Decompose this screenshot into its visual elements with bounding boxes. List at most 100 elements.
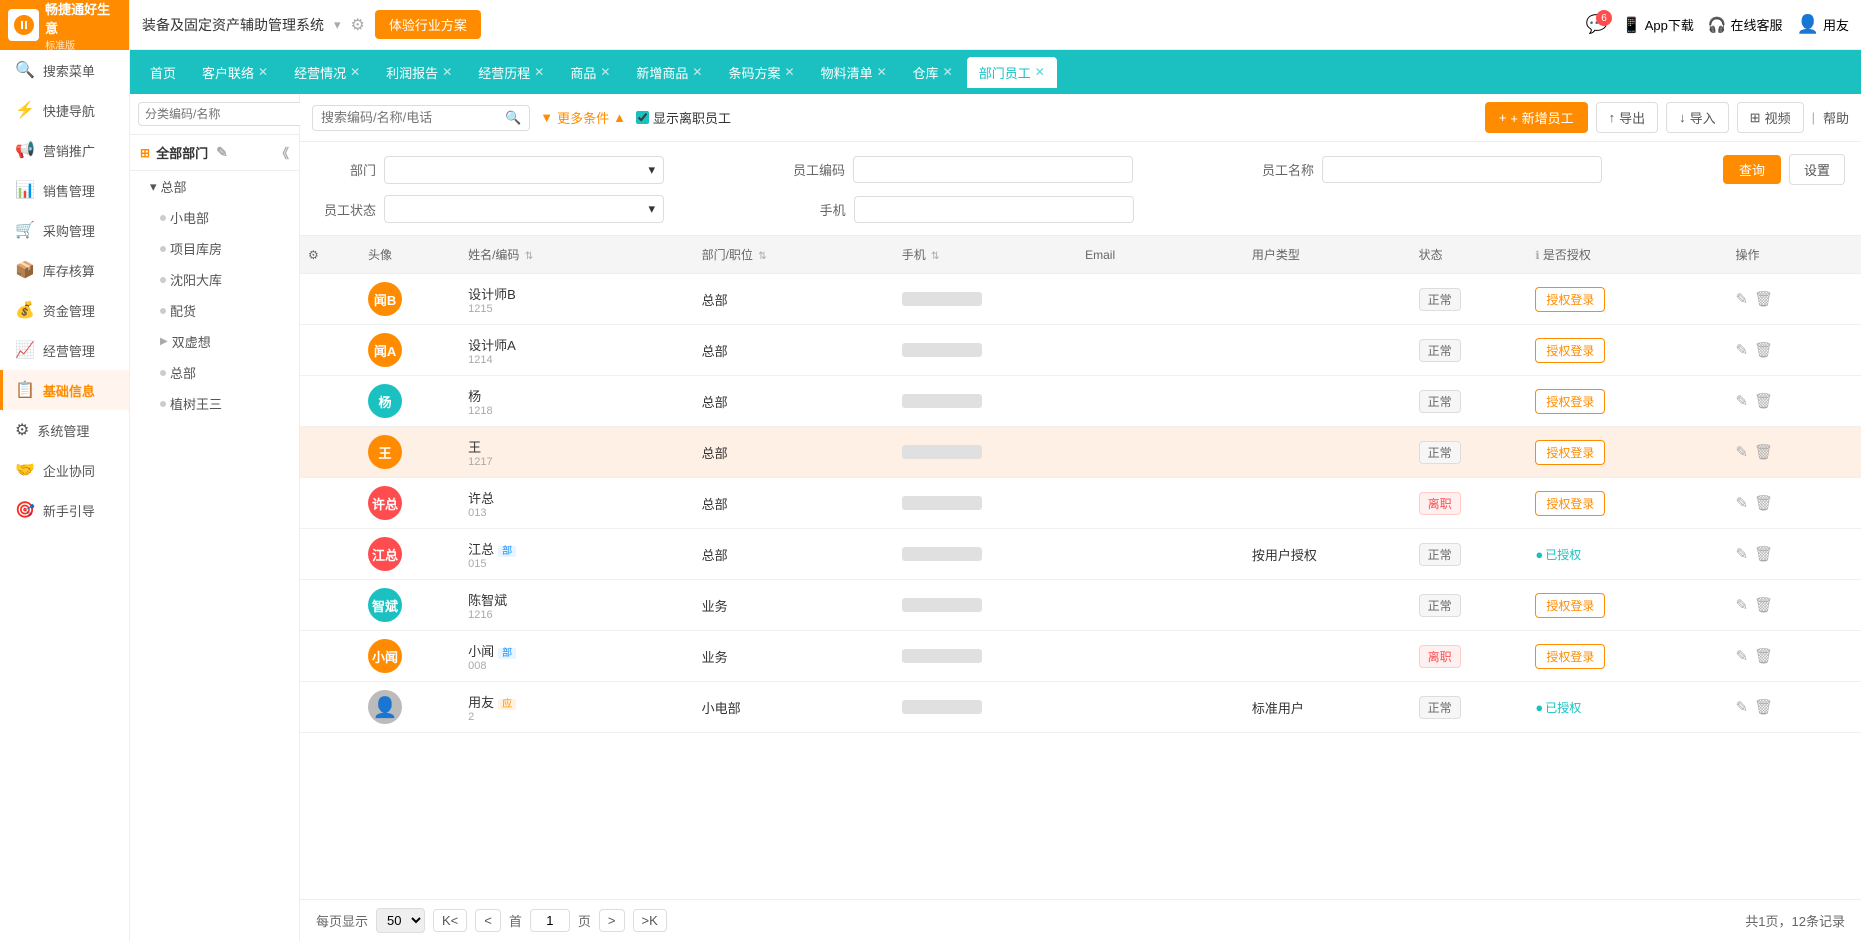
import-button[interactable]: ↓ 导入: [1666, 102, 1729, 133]
emp-status-select[interactable]: [384, 195, 664, 223]
settings-icon[interactable]: ⚙: [351, 15, 365, 35]
sidebar-item-finance[interactable]: 💰 资金管理: [0, 290, 129, 330]
edit-icon[interactable]: ✎: [1736, 545, 1749, 563]
auth-login-button[interactable]: 授权登录: [1535, 389, 1605, 414]
th-settings[interactable]: ⚙: [300, 236, 360, 274]
delete-icon[interactable]: 🗑: [1754, 545, 1773, 563]
emp-code-input[interactable]: [853, 156, 1133, 183]
tree-item-zhishu[interactable]: 植树王三: [130, 388, 299, 419]
sidebar-item-inventory[interactable]: 📦 库存核算: [0, 250, 129, 290]
sidebar-item-operations[interactable]: 📈 经营管理: [0, 330, 129, 370]
tab-bom[interactable]: 物料清单✕: [809, 57, 899, 88]
close-tab-icon[interactable]: ✕: [943, 65, 953, 79]
edit-icon[interactable]: ✎: [1736, 341, 1749, 359]
th-phone[interactable]: 手机 ⇅: [894, 236, 1077, 274]
search-input[interactable]: [321, 110, 501, 125]
th-name[interactable]: 姓名/编码 ⇅: [460, 236, 693, 274]
dept-edit-icon[interactable]: ✎: [216, 144, 228, 161]
close-tab-icon[interactable]: ✕: [442, 65, 452, 79]
prev-page-btn[interactable]: <: [475, 909, 501, 932]
set-button[interactable]: 设置: [1789, 154, 1845, 185]
tab-goods[interactable]: 商品✕: [558, 57, 622, 88]
message-btn[interactable]: 💬 6: [1586, 14, 1608, 35]
add-employee-button[interactable]: + + 新增员工: [1485, 102, 1588, 133]
view-button[interactable]: ⊞ 视频: [1737, 102, 1804, 133]
online-service-btn[interactable]: 🎧 在线客服: [1708, 15, 1783, 34]
topbar-dropdown-icon[interactable]: ▾: [334, 17, 341, 33]
search-icon[interactable]: 🔍: [505, 110, 521, 126]
close-tab-icon[interactable]: ✕: [258, 65, 268, 79]
edit-icon[interactable]: ✎: [1736, 494, 1749, 512]
tab-barcode[interactable]: 条码方案✕: [716, 57, 806, 88]
edit-icon[interactable]: ✎: [1736, 392, 1749, 410]
help-label[interactable]: 帮助: [1823, 108, 1849, 127]
sidebar-item-basic-info[interactable]: 📋 基础信息: [0, 370, 129, 410]
edit-icon[interactable]: ✎: [1736, 596, 1749, 614]
more-conditions-btn[interactable]: ▼ 更多条件 ▲: [540, 108, 626, 127]
delete-icon[interactable]: 🗑: [1754, 698, 1773, 716]
dept-collapse-icon[interactable]: 《: [276, 143, 289, 162]
close-tab-icon[interactable]: ✕: [877, 65, 887, 79]
user-btn[interactable]: 👤 用友: [1797, 14, 1849, 35]
auth-login-button[interactable]: 授权登录: [1535, 644, 1605, 669]
dept-select[interactable]: [384, 156, 664, 184]
sidebar-item-collab[interactable]: 🤝 企业协同: [0, 450, 129, 490]
export-button[interactable]: ↑ 导出: [1596, 102, 1659, 133]
help-icon[interactable]: |: [1812, 110, 1815, 125]
close-tab-icon[interactable]: ✕: [534, 65, 544, 79]
tree-item-project[interactable]: 项目库房: [130, 233, 299, 264]
th-dept[interactable]: 部门/职位 ⇅: [694, 236, 894, 274]
next-page-btn[interactable]: >: [599, 909, 625, 932]
tab-add-goods[interactable]: 新增商品✕: [624, 57, 714, 88]
tree-item-shuangxuxiang[interactable]: ▶ 双虚想: [130, 326, 299, 357]
emp-name-input[interactable]: [1322, 156, 1602, 183]
edit-icon[interactable]: ✎: [1736, 443, 1749, 461]
per-page-select[interactable]: 50: [376, 908, 425, 933]
app-download-btn[interactable]: 📱 App下载: [1622, 15, 1694, 34]
tree-item-zongbu[interactable]: ▾ 总部: [130, 171, 299, 202]
delete-icon[interactable]: 🗑: [1754, 494, 1773, 512]
last-page-btn[interactable]: >K: [633, 909, 667, 932]
edit-icon[interactable]: ✎: [1736, 290, 1749, 308]
auth-login-button[interactable]: 授权登录: [1535, 593, 1605, 618]
tab-business[interactable]: 经营情况✕: [282, 57, 372, 88]
left-panel-header[interactable]: ⊞ 全部部门 ✎ 《: [130, 135, 299, 171]
tab-customer[interactable]: 客户联络✕: [190, 57, 280, 88]
close-tab-icon[interactable]: ✕: [785, 65, 795, 79]
auth-login-button[interactable]: 授权登录: [1535, 440, 1605, 465]
sidebar-item-guide[interactable]: 🎯 新手引导: [0, 490, 129, 530]
sidebar-item-marketing[interactable]: 📢 营销推广: [0, 130, 129, 170]
delete-icon[interactable]: 🗑: [1754, 341, 1773, 359]
close-tab-icon[interactable]: ✕: [600, 65, 610, 79]
auth-login-button[interactable]: 授权登录: [1535, 338, 1605, 363]
auth-login-button[interactable]: 授权登录: [1535, 287, 1605, 312]
close-tab-icon[interactable]: ✕: [350, 65, 360, 79]
delete-icon[interactable]: 🗑: [1754, 290, 1773, 308]
resigned-checkbox-input[interactable]: [636, 111, 649, 124]
tab-warehouse[interactable]: 仓库✕: [901, 57, 965, 88]
auth-login-button[interactable]: 授权登录: [1535, 491, 1605, 516]
show-resigned-checkbox[interactable]: 显示离职员工: [636, 108, 731, 127]
close-tab-icon[interactable]: ✕: [1035, 65, 1045, 79]
edit-icon[interactable]: ✎: [1736, 698, 1749, 716]
page-input[interactable]: [530, 909, 570, 932]
sidebar-item-sales[interactable]: 📊 销售管理: [0, 170, 129, 210]
tab-home[interactable]: 首页: [138, 57, 188, 88]
delete-icon[interactable]: 🗑: [1754, 596, 1773, 614]
try-solution-button[interactable]: 体验行业方案: [375, 10, 481, 39]
sidebar-item-search[interactable]: 🔍 搜索菜单: [0, 50, 129, 90]
first-page-btn[interactable]: K<: [433, 909, 467, 932]
close-tab-icon[interactable]: ✕: [692, 65, 702, 79]
phone-input[interactable]: [854, 196, 1134, 223]
dept-search-input[interactable]: [138, 102, 307, 126]
delete-icon[interactable]: 🗑: [1754, 392, 1773, 410]
sidebar-item-purchase[interactable]: 🛒 采购管理: [0, 210, 129, 250]
sidebar-item-system[interactable]: ⚙ 系统管理: [0, 410, 129, 450]
tree-item-peihuo[interactable]: 配货: [130, 295, 299, 326]
tab-profit[interactable]: 利润报告✕: [374, 57, 464, 88]
tree-item-xiaodianbu[interactable]: 小电部: [130, 202, 299, 233]
sidebar-item-quicknav[interactable]: ⚡ 快捷导航: [0, 90, 129, 130]
tab-department-employee[interactable]: 部门员工✕: [967, 57, 1057, 88]
search-box[interactable]: 🔍: [312, 105, 530, 131]
edit-icon[interactable]: ✎: [1736, 647, 1749, 665]
